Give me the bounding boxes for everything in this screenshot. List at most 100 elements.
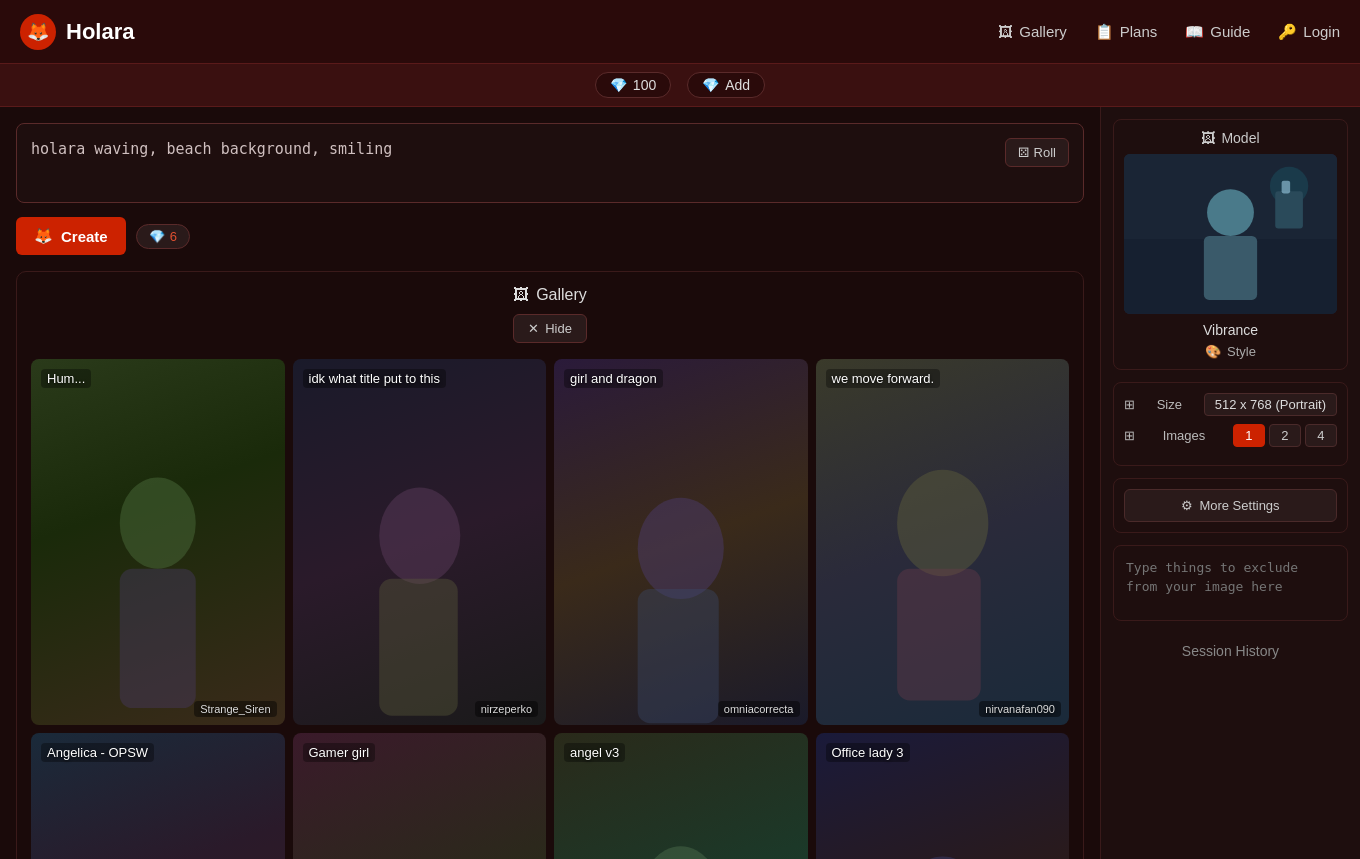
roll-label: Roll — [1034, 145, 1056, 160]
svg-rect-11 — [897, 569, 981, 701]
style-icon: 🎨 — [1205, 344, 1221, 359]
create-button[interactable]: 🦊 Create — [16, 217, 126, 255]
guide-nav-icon: 📖 — [1185, 23, 1204, 41]
image-card[interactable]: Office lady 3 — [816, 733, 1070, 859]
images-row-icon: ⊞ — [1124, 428, 1135, 443]
token-count-badge[interactable]: 💎 100 — [595, 72, 671, 98]
style-label: Style — [1227, 344, 1256, 359]
top-bar: 🦊 Holara 🖼 Gallery 📋 Plans 📖 Guide 🔑 Log… — [0, 0, 1360, 64]
cost-value: 6 — [170, 229, 177, 244]
gallery-header: 🖼 Gallery ✕ Hide — [31, 286, 1069, 343]
image-card-inner: idk what title put to this nirzeperko — [293, 359, 547, 725]
image-card[interactable]: girl and dragon omniacorrecta — [554, 359, 808, 725]
image-grid: Hum... Strange_Siren idk what title put … — [31, 359, 1069, 859]
model-label: Model — [1221, 130, 1259, 146]
create-bar: 🦊 Create 💎 6 — [16, 217, 1084, 255]
nav-plans[interactable]: 📋 Plans — [1095, 23, 1158, 41]
prompt-input[interactable]: holara waving, beach background, smiling — [31, 138, 995, 188]
card-title: Hum... — [41, 369, 91, 388]
count-btn-4[interactable]: 4 — [1305, 424, 1337, 447]
create-icon: 🦊 — [34, 227, 53, 245]
roll-button[interactable]: ⚄ Roll — [1005, 138, 1069, 167]
card-title: angel v3 — [564, 743, 625, 762]
gallery-nav-label: Gallery — [1019, 23, 1067, 40]
right-sidebar: 🖼 Model Vibrance 🎨 Style — [1100, 107, 1360, 859]
logo[interactable]: 🦊 Holara — [20, 14, 134, 50]
model-header: 🖼 Model — [1124, 130, 1337, 146]
nav-gallery[interactable]: 🖼 Gallery — [998, 23, 1067, 40]
svg-point-26 — [1207, 189, 1254, 236]
app-name: Holara — [66, 19, 134, 45]
count-btn-2[interactable]: 2 — [1269, 424, 1301, 447]
image-card[interactable]: Gamer girl — [293, 733, 547, 859]
image-card[interactable]: we move forward. nirvanafan090 — [816, 359, 1070, 725]
token-count: 100 — [633, 77, 656, 93]
images-row: ⊞ Images 124 — [1124, 424, 1337, 447]
svg-rect-29 — [1275, 191, 1303, 228]
image-card[interactable]: angel v3 — [554, 733, 808, 859]
svg-point-10 — [897, 470, 988, 576]
prompt-area: holara waving, beach background, smiling… — [16, 123, 1084, 203]
image-card-inner: we move forward. nirvanafan090 — [816, 359, 1070, 725]
model-thumbnail[interactable] — [1124, 154, 1337, 314]
svg-point-1 — [120, 477, 196, 568]
image-card-inner: Angelica - OPSW — [31, 733, 285, 859]
nav-guide[interactable]: 📖 Guide — [1185, 23, 1250, 41]
svg-rect-5 — [379, 579, 458, 716]
size-row-icon: ⊞ — [1124, 397, 1135, 412]
add-label: Add — [725, 77, 750, 93]
card-author: omniacorrecta — [718, 701, 800, 717]
nav-login[interactable]: 🔑 Login — [1278, 23, 1340, 41]
image-card-inner: Gamer girl — [293, 733, 547, 859]
add-icon: 💎 — [702, 77, 719, 93]
image-card-inner: Hum... Strange_Siren — [31, 359, 285, 725]
plans-nav-label: Plans — [1120, 23, 1158, 40]
image-card[interactable]: idk what title put to this nirzeperko — [293, 359, 547, 725]
images-label: Images — [1163, 428, 1206, 443]
session-history: Session History — [1113, 633, 1348, 669]
negative-prompt-input[interactable] — [1114, 546, 1347, 616]
card-title: we move forward. — [826, 369, 941, 388]
create-label: Create — [61, 228, 108, 245]
count-btn-1[interactable]: 1 — [1233, 424, 1265, 447]
card-title: idk what title put to this — [303, 369, 447, 388]
svg-point-4 — [379, 488, 460, 584]
gallery-nav-icon: 🖼 — [998, 23, 1013, 40]
card-title: Angelica - OPSW — [41, 743, 154, 762]
card-author: Strange_Siren — [194, 701, 276, 717]
svg-rect-27 — [1204, 236, 1257, 300]
roll-icon: ⚄ — [1018, 145, 1029, 160]
more-settings-label: More Settings — [1199, 498, 1279, 513]
image-card[interactable]: Angelica - OPSW — [31, 733, 285, 859]
plans-nav-icon: 📋 — [1095, 23, 1114, 41]
card-title: Gamer girl — [303, 743, 376, 762]
card-author: nirvanafan090 — [979, 701, 1061, 717]
guide-nav-label: Guide — [1210, 23, 1250, 40]
image-card-inner: girl and dragon omniacorrecta — [554, 359, 808, 725]
add-tokens-badge[interactable]: 💎 Add — [687, 72, 765, 98]
card-illustration — [554, 359, 808, 725]
style-row[interactable]: 🎨 Style — [1124, 344, 1337, 359]
image-card-inner: Office lady 3 — [816, 733, 1070, 859]
card-illustration — [293, 359, 547, 725]
card-title: girl and dragon — [564, 369, 663, 388]
gallery-title: 🖼 Gallery — [513, 286, 587, 304]
image-card[interactable]: Hum... Strange_Siren — [31, 359, 285, 725]
cost-badge: 💎 6 — [136, 224, 190, 249]
model-section: 🖼 Model Vibrance 🎨 Style — [1113, 119, 1348, 370]
card-illustration — [816, 359, 1070, 725]
svg-rect-2 — [120, 569, 196, 708]
hide-button[interactable]: ✕ Hide — [513, 314, 587, 343]
card-author: nirzeperko — [475, 701, 538, 717]
more-settings-button[interactable]: ⚙ More Settings — [1124, 489, 1337, 522]
svg-point-19 — [640, 847, 721, 859]
token-bar: 💎 100 💎 Add — [0, 64, 1360, 107]
svg-point-7 — [638, 498, 724, 599]
size-row: ⊞ Size 512 x 768 (Portrait) — [1124, 393, 1337, 416]
session-history-label: Session History — [1182, 643, 1279, 659]
size-value[interactable]: 512 x 768 (Portrait) — [1204, 393, 1337, 416]
card-illustration — [31, 359, 285, 725]
cost-icon: 💎 — [149, 229, 165, 244]
center-panel: holara waving, beach background, smiling… — [0, 107, 1100, 859]
gallery-section: 🖼 Gallery ✕ Hide Hum... Strange_Siren — [16, 271, 1084, 859]
